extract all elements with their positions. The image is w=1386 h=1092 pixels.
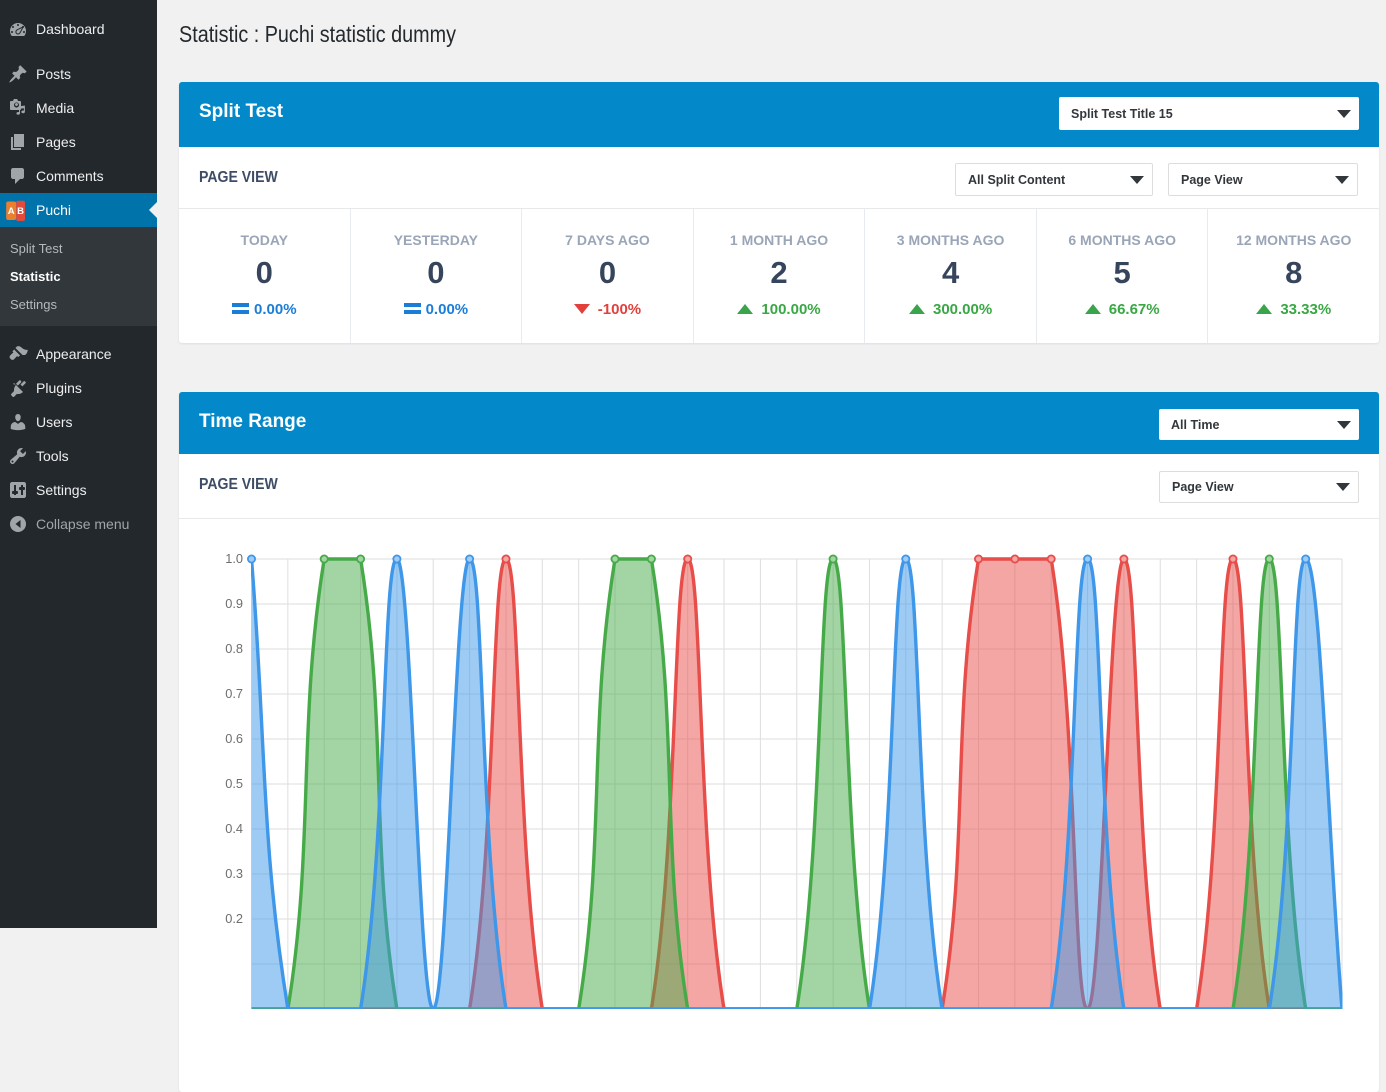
svg-text:0.6: 0.6 <box>225 731 243 746</box>
svg-text:0.9: 0.9 <box>225 596 243 611</box>
svg-text:0.8: 0.8 <box>225 641 243 656</box>
svg-text:0.5: 0.5 <box>225 776 243 791</box>
svg-text:0.4: 0.4 <box>225 821 243 836</box>
svg-text:A: A <box>8 206 15 217</box>
svg-text:0.3: 0.3 <box>225 866 243 881</box>
svg-text:0.7: 0.7 <box>225 686 243 701</box>
svg-text:0.2: 0.2 <box>225 911 243 926</box>
svg-text:B: B <box>17 206 24 217</box>
svg-text:1.0: 1.0 <box>225 551 243 566</box>
